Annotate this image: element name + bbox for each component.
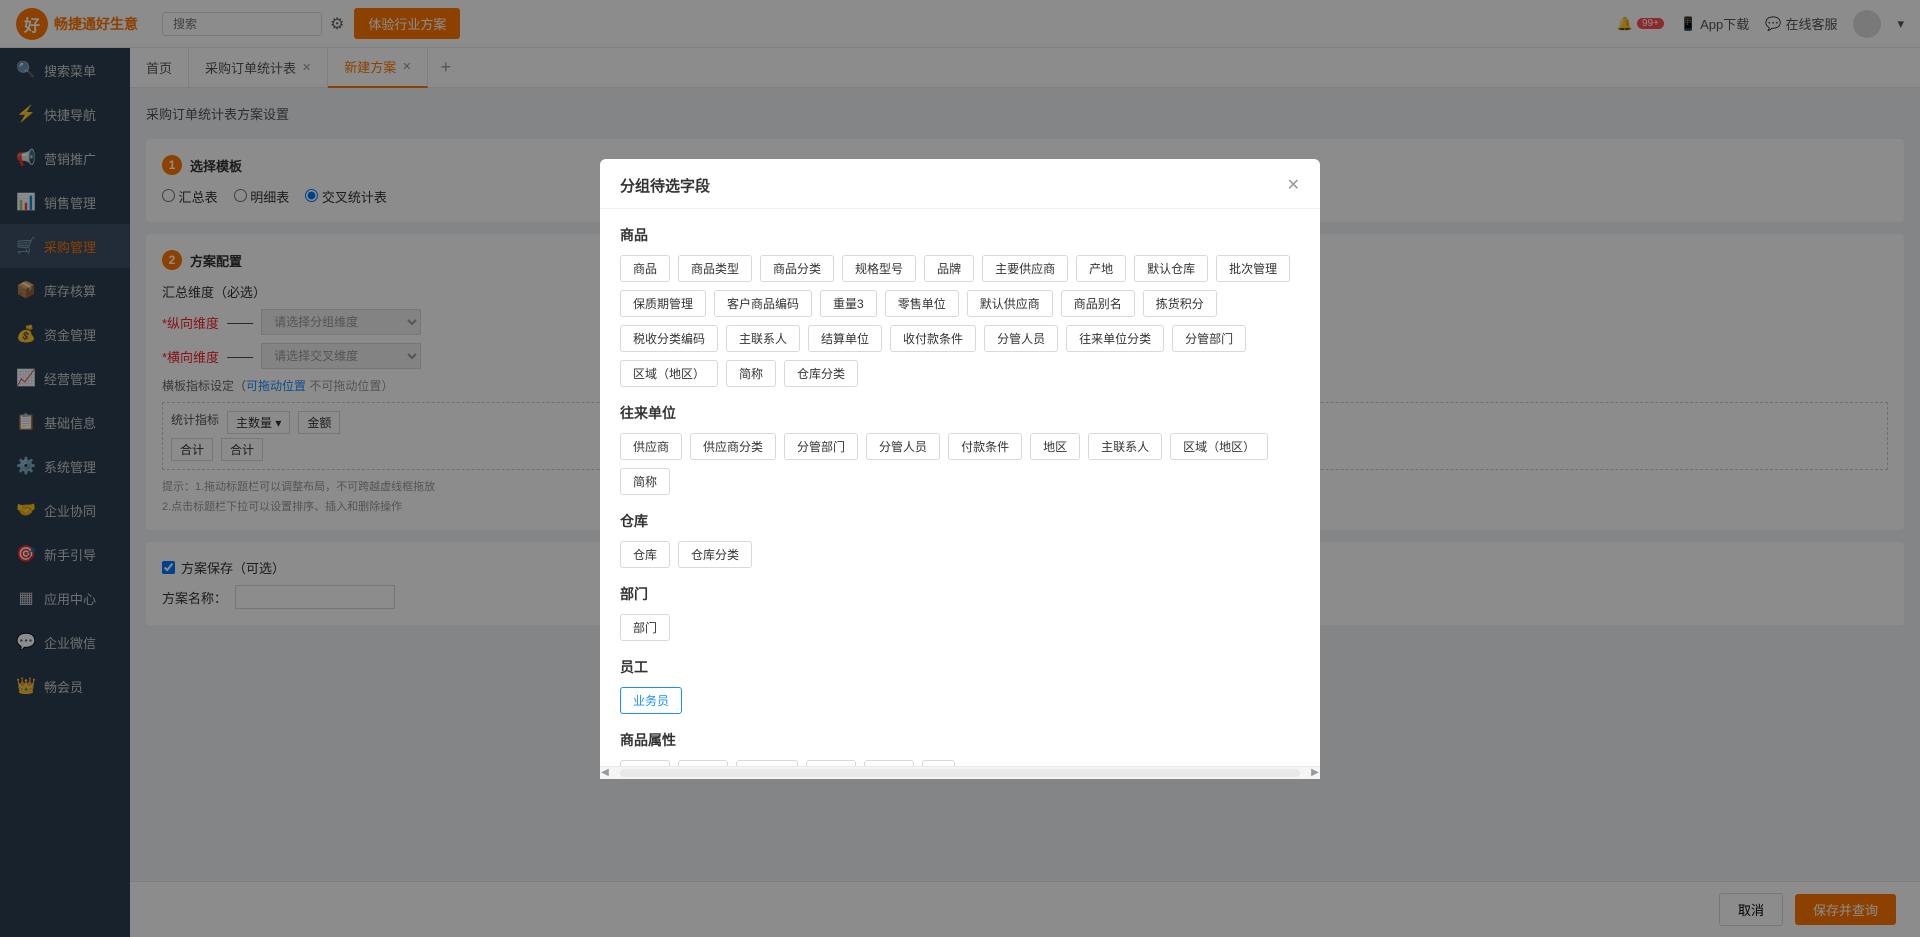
field-tag-payment-condition[interactable]: 付款条件 (948, 433, 1022, 460)
field-tag-settlement-unit[interactable]: 结算单位 (808, 325, 882, 352)
field-tag-retail-unit[interactable]: 零售单位 (885, 290, 959, 317)
warehouse-fields: 仓库 仓库分类 (620, 541, 1300, 568)
field-tag-partner-contact[interactable]: 主联系人 (1088, 433, 1162, 460)
modal-overlay: 分组待选字段 ✕ 商品 商品 商品类型 商品分类 规格型号 品牌 主要供应商 产… (0, 0, 1920, 937)
field-tag-color[interactable]: 颜色 (678, 760, 728, 767)
section-title-department: 部门 (620, 584, 1300, 604)
modal-title: 分组待选字段 (620, 175, 710, 196)
scroll-left-btn[interactable]: ◀ (600, 767, 610, 778)
field-tag-batch-mgmt[interactable]: 批次管理 (1216, 255, 1290, 282)
department-fields: 部门 (620, 614, 1300, 641)
field-tag-warehouse[interactable]: 仓库 (620, 541, 670, 568)
field-tag-main-contact[interactable]: 主联系人 (726, 325, 800, 352)
field-tag-origin[interactable]: 产地 (1076, 255, 1126, 282)
field-tag-product-category[interactable]: 商品分类 (760, 255, 834, 282)
section-title-product: 商品 (620, 225, 1300, 245)
field-tag-warehouse-category[interactable]: 仓库分类 (678, 541, 752, 568)
field-tag-spec-model[interactable]: 规格型号 (842, 255, 916, 282)
field-tag-department[interactable]: 部门 (620, 614, 670, 641)
field-tag-attribute[interactable]: 属性 (620, 760, 670, 767)
field-tag-default-warehouse[interactable]: 默认仓库 (1134, 255, 1208, 282)
field-tag-dept[interactable]: 分管部门 (1172, 325, 1246, 352)
field-tag-payment-terms[interactable]: 收付款条件 (890, 325, 976, 352)
field-tag-weight[interactable]: 重量3 (820, 290, 877, 317)
field-tag-product[interactable]: 商品 (620, 255, 670, 282)
field-tag-supplier[interactable]: 供应商 (620, 433, 682, 460)
employee-fields: 业务员 (620, 687, 1300, 714)
partner-fields: 供应商 供应商分类 分管部门 分管人员 付款条件 地区 主联系人 区域（地区） … (620, 433, 1300, 495)
field-tag-short-name[interactable]: 简称 (726, 360, 776, 387)
modal-header: 分组待选字段 ✕ (600, 159, 1320, 209)
product-attr-fields: 属性 颜色 多规格 尺码 鞋码 1 (620, 760, 1300, 767)
field-tag-partner-region[interactable]: 区域（地区） (1170, 433, 1268, 460)
product-fields: 商品 商品类型 商品分类 规格型号 品牌 主要供应商 产地 默认仓库 批次管理 … (620, 255, 1300, 387)
section-title-employee: 员工 (620, 657, 1300, 677)
field-tag-product-type[interactable]: 商品类型 (678, 255, 752, 282)
field-tag-partner-short-name[interactable]: 简称 (620, 468, 670, 495)
field-tag-partner-category[interactable]: 往来单位分类 (1066, 325, 1164, 352)
field-tag-customer-code[interactable]: 客户商品编码 (714, 290, 812, 317)
field-tag-warehouse-cat[interactable]: 仓库分类 (784, 360, 858, 387)
field-tag-tax-code[interactable]: 税收分类编码 (620, 325, 718, 352)
field-tag-area[interactable]: 地区 (1030, 433, 1080, 460)
field-tag-multi-spec[interactable]: 多规格 (736, 760, 798, 767)
field-tag-shelf-life[interactable]: 保质期管理 (620, 290, 706, 317)
field-tag-size[interactable]: 尺码 (806, 760, 856, 767)
field-tag-partner-dept[interactable]: 分管部门 (784, 433, 858, 460)
field-tag-salesperson[interactable]: 业务员 (620, 687, 682, 714)
section-title-warehouse: 仓库 (620, 511, 1300, 531)
field-tag-shoe-size[interactable]: 鞋码 (864, 760, 914, 767)
scroll-right-btn[interactable]: ▶ (1310, 767, 1320, 778)
modal-close-btn[interactable]: ✕ (1287, 175, 1300, 195)
scroll-track[interactable] (620, 769, 1300, 777)
field-tag-pick-score[interactable]: 拣货积分 (1143, 290, 1217, 317)
modal-horizontal-scrollbar[interactable]: ◀ ▶ (600, 766, 1320, 778)
field-tag-custom-1[interactable]: 1 (922, 760, 955, 767)
section-title-product-attr: 商品属性 (620, 730, 1300, 750)
field-tag-main-supplier[interactable]: 主要供应商 (982, 255, 1068, 282)
field-select-modal: 分组待选字段 ✕ 商品 商品 商品类型 商品分类 规格型号 品牌 主要供应商 产… (600, 159, 1320, 779)
field-tag-supervisor[interactable]: 分管人员 (984, 325, 1058, 352)
field-tag-supplier-category[interactable]: 供应商分类 (690, 433, 776, 460)
field-tag-product-alias[interactable]: 商品别名 (1061, 290, 1135, 317)
modal-body[interactable]: 商品 商品 商品类型 商品分类 规格型号 品牌 主要供应商 产地 默认仓库 批次… (600, 209, 1320, 767)
field-tag-default-supplier[interactable]: 默认供应商 (967, 290, 1053, 317)
field-tag-brand[interactable]: 品牌 (924, 255, 974, 282)
field-tag-partner-supervisor[interactable]: 分管人员 (866, 433, 940, 460)
section-title-partner: 往来单位 (620, 403, 1300, 423)
field-tag-region[interactable]: 区域（地区） (620, 360, 718, 387)
